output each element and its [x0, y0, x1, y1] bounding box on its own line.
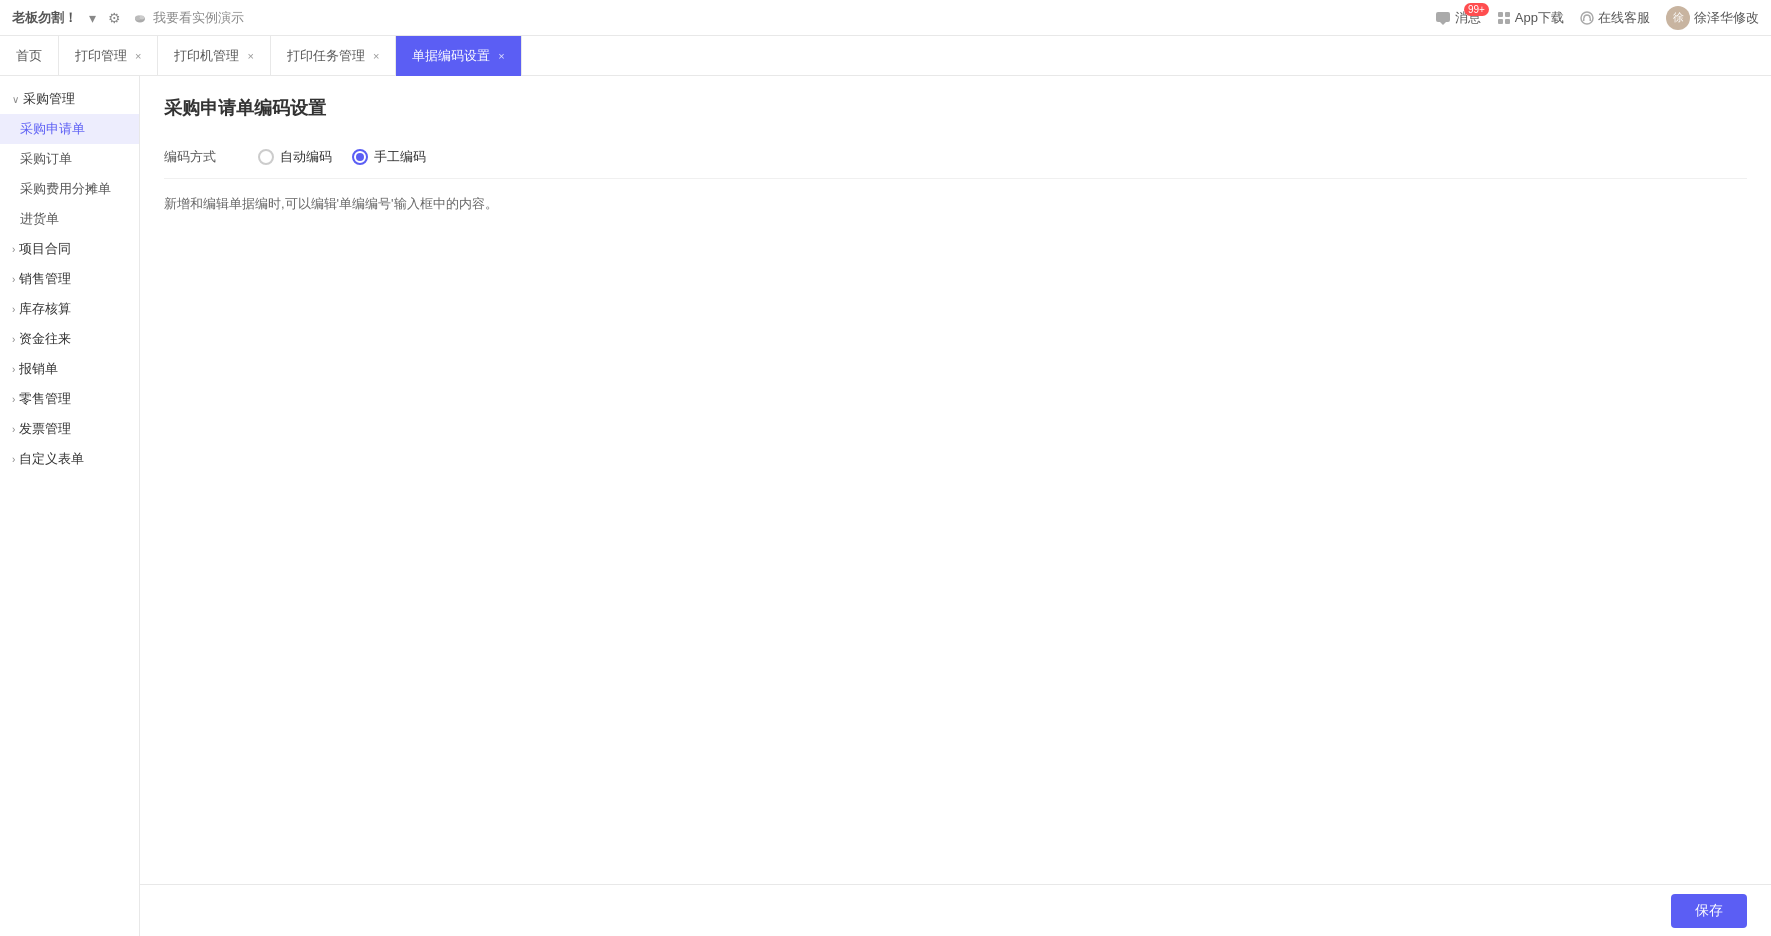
tab-barcode-setting-close[interactable]: ×: [498, 50, 504, 62]
settings-icon[interactable]: ⚙: [108, 10, 121, 26]
avatar: 徐: [1666, 6, 1690, 30]
user-name: 徐泽华修改: [1694, 9, 1759, 27]
app-label: App下载: [1515, 9, 1564, 27]
sidebar-group-purchase-mgmt[interactable]: ∨ 采购管理: [0, 84, 139, 114]
sidebar-item-purchase-req[interactable]: 采购申请单: [0, 114, 139, 144]
sidebar-group-returns[interactable]: › 报销单: [0, 354, 139, 384]
sidebar-group-invoice-label: 发票管理: [19, 420, 71, 438]
svg-rect-10: [1583, 18, 1585, 21]
svg-rect-7: [1498, 19, 1503, 24]
tab-print-task-mgmt-close[interactable]: ×: [373, 50, 379, 62]
content-area: 采购申请单编码设置 编码方式 自动编码 手工编码: [140, 76, 1771, 936]
sidebar-group-project-contract[interactable]: › 项目合同: [0, 234, 139, 264]
service-btn[interactable]: 在线客服: [1580, 9, 1650, 27]
demo-link[interactable]: 我要看实例演示: [133, 9, 244, 27]
manual-coding-radio[interactable]: 手工编码: [352, 148, 426, 166]
manual-coding-label: 手工编码: [374, 148, 426, 166]
sidebar-item-purchase-expense[interactable]: 采购费用分摊单: [0, 174, 139, 204]
svg-point-9: [1581, 12, 1593, 24]
group-arrow-sales: ›: [12, 274, 15, 285]
save-button[interactable]: 保存: [1671, 894, 1747, 928]
sidebar-group-purchase-label: 采购管理: [23, 90, 75, 108]
tab-bar: 首页 打印管理 × 打印机管理 × 打印任务管理 × 单据编码设置 ×: [0, 36, 1771, 76]
message-btn[interactable]: 消息 99+: [1435, 9, 1481, 27]
dropdown-icon[interactable]: ▾: [89, 10, 96, 26]
coding-section: 编码方式 自动编码 手工编码: [140, 136, 1771, 179]
group-arrow-retail: ›: [12, 394, 15, 405]
sidebar-group-invoice-mgmt[interactable]: › 发票管理: [0, 414, 139, 444]
description-text: 新增和编辑单据编时,可以编辑'单编编号'输入框中的内容。: [140, 179, 1771, 229]
sidebar-group-sales-label: 销售管理: [19, 270, 71, 288]
main-layout: ∨ 采购管理 采购申请单 采购订单 采购费用分摊单 进货单 › 项目合同 › 销…: [0, 76, 1771, 936]
auto-coding-radio[interactable]: 自动编码: [258, 148, 332, 166]
top-bar: 老板勿割！ ▾ ⚙ 我要看实例演示 消息 99+: [0, 0, 1771, 36]
service-icon: [1580, 11, 1594, 25]
tab-barcode-setting[interactable]: 单据编码设置 ×: [396, 36, 521, 76]
sidebar-group-project-label: 项目合同: [19, 240, 71, 258]
demo-text: 我要看实例演示: [153, 9, 244, 27]
group-arrow-inventory: ›: [12, 304, 15, 315]
sidebar-group-sales-mgmt[interactable]: › 销售管理: [0, 264, 139, 294]
group-arrow-custom: ›: [12, 454, 15, 465]
sidebar-item-purchase-order[interactable]: 采购订单: [0, 144, 139, 174]
svg-point-2: [140, 15, 145, 19]
tab-print-mgmt-label: 打印管理: [75, 47, 127, 65]
sidebar: ∨ 采购管理 采购申请单 采购订单 采购费用分摊单 进货单 › 项目合同 › 销…: [0, 76, 140, 936]
svg-rect-3: [1436, 12, 1450, 22]
tab-home-label: 首页: [16, 47, 42, 65]
sidebar-group-retail-label: 零售管理: [19, 390, 71, 408]
tab-printer-mgmt-close[interactable]: ×: [247, 50, 253, 62]
svg-rect-5: [1498, 12, 1503, 17]
top-bar-right: 消息 99+ App下载 在线客服 徐 徐泽华修: [1435, 6, 1759, 30]
tab-barcode-setting-label: 单据编码设置: [412, 47, 490, 65]
user-profile[interactable]: 徐 徐泽华修改: [1666, 6, 1759, 30]
tab-print-mgmt-close[interactable]: ×: [135, 50, 141, 62]
svg-rect-6: [1505, 12, 1510, 17]
auto-coding-circle[interactable]: [258, 149, 274, 165]
sidebar-group-retail-mgmt[interactable]: › 零售管理: [0, 384, 139, 414]
sidebar-group-custom-forms[interactable]: › 自定义表单: [0, 444, 139, 474]
app-download-btn[interactable]: App下载: [1497, 9, 1564, 27]
service-label: 在线客服: [1598, 9, 1650, 27]
group-arrow-fund: ›: [12, 334, 15, 345]
tab-print-task-mgmt-label: 打印任务管理: [287, 47, 365, 65]
group-arrow-invoice: ›: [12, 424, 15, 435]
sidebar-group-inventory-label: 库存核算: [19, 300, 71, 318]
sidebar-group-returns-label: 报销单: [19, 360, 58, 378]
footer: 保存: [140, 884, 1771, 936]
app-icon: [1497, 11, 1511, 25]
svg-rect-8: [1505, 19, 1510, 24]
group-arrow-project: ›: [12, 244, 15, 255]
top-bar-left: 老板勿割！ ▾ ⚙ 我要看实例演示: [12, 9, 244, 27]
sidebar-group-fund[interactable]: › 资金往来: [0, 324, 139, 354]
page-title: 采购申请单编码设置: [140, 76, 1771, 136]
sidebar-group-custom-label: 自定义表单: [19, 450, 84, 468]
message-badge: 99+: [1464, 3, 1489, 16]
svg-marker-4: [1440, 22, 1446, 25]
tab-print-task-mgmt[interactable]: 打印任务管理 ×: [271, 36, 396, 76]
tab-home[interactable]: 首页: [0, 36, 59, 76]
group-arrow-returns: ›: [12, 364, 15, 375]
tab-print-mgmt[interactable]: 打印管理 ×: [59, 36, 158, 76]
content-inner: 采购申请单编码设置 编码方式 自动编码 手工编码: [140, 76, 1771, 884]
coding-label: 编码方式: [164, 148, 234, 166]
cloud-icon: [133, 11, 147, 25]
logo: 老板勿割！: [12, 9, 77, 27]
group-arrow-purchase: ∨: [12, 94, 19, 105]
svg-rect-11: [1590, 18, 1592, 21]
message-icon: [1435, 10, 1451, 26]
sidebar-item-goods-receipt[interactable]: 进货单: [0, 204, 139, 234]
radio-group: 自动编码 手工编码: [258, 148, 426, 166]
tab-printer-mgmt-label: 打印机管理: [174, 47, 239, 65]
auto-coding-label: 自动编码: [280, 148, 332, 166]
sidebar-group-inventory[interactable]: › 库存核算: [0, 294, 139, 324]
manual-coding-circle[interactable]: [352, 149, 368, 165]
coding-row: 编码方式 自动编码 手工编码: [164, 136, 1747, 179]
tab-printer-mgmt[interactable]: 打印机管理 ×: [158, 36, 270, 76]
sidebar-group-fund-label: 资金往来: [19, 330, 71, 348]
